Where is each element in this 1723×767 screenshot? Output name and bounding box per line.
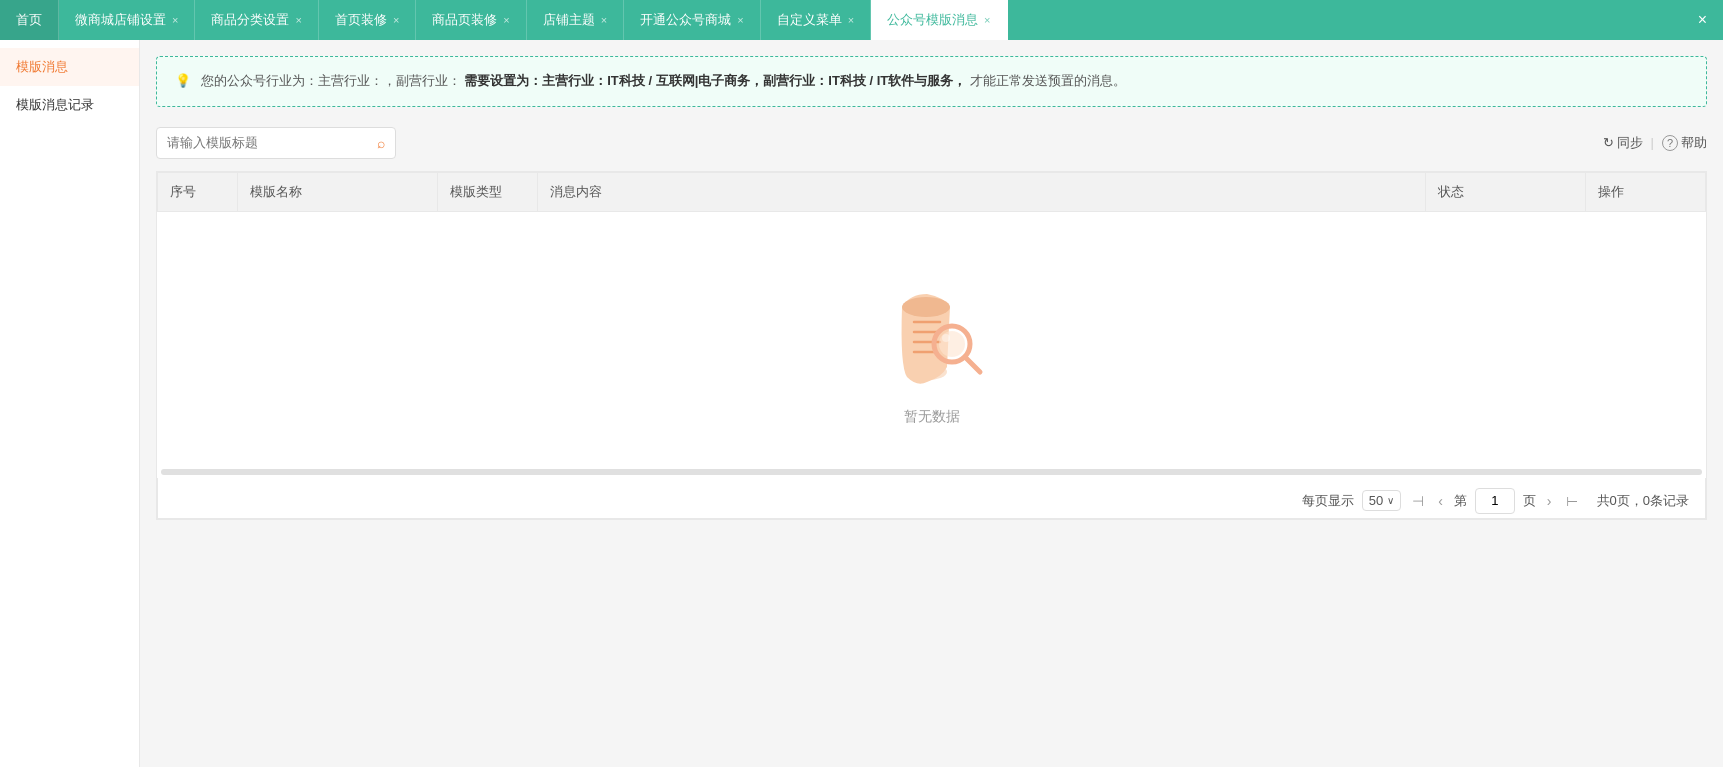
page-size-value: 50	[1369, 493, 1383, 508]
help-icon: ?	[1662, 135, 1678, 151]
notice-highlight: 需要设置为：主营行业：IT科技 / 互联网|电子商务，副营行业：IT科技 / I…	[464, 73, 966, 88]
tab-open-mall[interactable]: 开通公众号商城 ×	[624, 0, 760, 40]
sync-button[interactable]: ↻ 同步	[1603, 134, 1643, 152]
pagination: 每页显示 50 ∨ ⊣ ‹ 第 页 › ⊢ 共0页，0条记录	[157, 478, 1706, 519]
search-bar: ⌕ ↻ 同步 | ? 帮助	[156, 127, 1707, 159]
tab-product-decor-close[interactable]: ×	[503, 14, 509, 26]
table-wrap: 序号 模版名称 模版类型 消息内容 状态 操作	[156, 171, 1707, 520]
help-button[interactable]: ? 帮助	[1662, 134, 1707, 152]
col-header-status: 状态	[1426, 172, 1586, 211]
page-size-select[interactable]: 50 ∨	[1362, 490, 1401, 511]
tab-shop-settings-close[interactable]: ×	[172, 14, 178, 26]
tab-product-decor-label: 商品页装修	[432, 11, 497, 29]
content-area: 💡 您的公众号行业为：主营行业：，副营行业： 需要设置为：主营行业：IT科技 /…	[140, 40, 1723, 767]
svg-point-7	[939, 331, 965, 357]
tab-shop-theme-close[interactable]: ×	[601, 14, 607, 26]
scrollbar-track[interactable]	[161, 469, 1702, 475]
tab-shop-settings-label: 微商城店铺设置	[75, 11, 166, 29]
page-size-label: 每页显示	[1302, 492, 1354, 510]
search-icon[interactable]: ⌕	[377, 135, 385, 151]
search-input-wrap: ⌕	[156, 127, 396, 159]
nav-last[interactable]: ⊢	[1563, 493, 1581, 509]
empty-text: 暂无数据	[904, 408, 960, 426]
sidebar-item-template-msg-label: 模版消息	[16, 59, 68, 74]
scrollbar-area[interactable]	[157, 466, 1706, 478]
nav-prev[interactable]: ‹	[1435, 493, 1446, 509]
notice-prefix: 您的公众号行业为：主营行业：，副营行业：	[201, 73, 461, 88]
close-all-icon: ×	[1698, 11, 1707, 29]
tab-product-decor[interactable]: 商品页装修 ×	[416, 0, 526, 40]
toolbar-divider: |	[1651, 135, 1654, 150]
svg-point-9	[942, 334, 950, 342]
empty-state-row: 暂无数据	[158, 211, 1706, 466]
tab-template-msg-close[interactable]: ×	[984, 14, 990, 26]
tab-template-msg[interactable]: 公众号模版消息 ×	[871, 0, 1007, 40]
tab-home[interactable]: 首页	[0, 0, 59, 40]
notice-box: 💡 您的公众号行业为：主营行业：，副营行业： 需要设置为：主营行业：IT科技 /…	[156, 56, 1707, 107]
table-header-row: 序号 模版名称 模版类型 消息内容 状态 操作	[158, 172, 1706, 211]
tab-open-mall-label: 开通公众号商城	[640, 11, 731, 29]
tab-category-settings-label: 商品分类设置	[211, 11, 289, 29]
sidebar: 模版消息 模版消息记录	[0, 40, 140, 767]
sync-label: 同步	[1617, 134, 1643, 152]
tab-bar: 首页 微商城店铺设置 × 商品分类设置 × 首页装修 × 商品页装修 × 店铺主…	[0, 0, 1723, 40]
sidebar-item-template-msg-records-label: 模版消息记录	[16, 97, 94, 112]
col-header-name: 模版名称	[238, 172, 438, 211]
main-layout: 模版消息 模版消息记录 💡 您的公众号行业为：主营行业：，副营行业： 需要设置为…	[0, 40, 1723, 767]
search-input[interactable]	[167, 135, 377, 150]
toolbar-right: ↻ 同步 | ? 帮助	[1603, 134, 1707, 152]
svg-point-1	[902, 297, 950, 317]
tab-open-mall-close[interactable]: ×	[737, 14, 743, 26]
tab-shop-theme[interactable]: 店铺主题 ×	[527, 0, 624, 40]
empty-illustration	[872, 272, 992, 392]
total-info: 共0页，0条记录	[1597, 492, 1689, 510]
col-header-index: 序号	[158, 172, 238, 211]
tab-custom-menu-close[interactable]: ×	[848, 14, 854, 26]
tab-homepage-decor-close[interactable]: ×	[393, 14, 399, 26]
svg-line-8	[965, 357, 980, 372]
nav-next[interactable]: ›	[1544, 493, 1555, 509]
empty-state: 暂无数据	[158, 212, 1706, 466]
tab-shop-theme-label: 店铺主题	[543, 11, 595, 29]
col-header-type: 模版类型	[438, 172, 538, 211]
tab-shop-settings[interactable]: 微商城店铺设置 ×	[59, 0, 195, 40]
tab-template-msg-label: 公众号模版消息	[887, 11, 978, 29]
notice-icon: 💡	[175, 73, 191, 88]
page-input[interactable]	[1475, 488, 1515, 514]
data-table: 序号 模版名称 模版类型 消息内容 状态 操作	[157, 172, 1706, 466]
tab-custom-menu-label: 自定义菜单	[777, 11, 842, 29]
col-header-content: 消息内容	[538, 172, 1426, 211]
close-all-button[interactable]: ×	[1682, 11, 1723, 29]
sidebar-item-template-msg-records[interactable]: 模版消息记录	[0, 86, 139, 124]
tab-custom-menu[interactable]: 自定义菜单 ×	[761, 0, 871, 40]
sync-icon: ↻	[1603, 135, 1614, 150]
tab-category-settings[interactable]: 商品分类设置 ×	[195, 0, 318, 40]
nav-first[interactable]: ⊣	[1409, 493, 1427, 509]
page-unit: 页	[1523, 492, 1536, 510]
col-header-action: 操作	[1586, 172, 1706, 211]
notice-suffix: 才能正常发送预置的消息。	[970, 73, 1126, 88]
page-label: 第	[1454, 492, 1467, 510]
help-label: 帮助	[1681, 134, 1707, 152]
page-size-chevron: ∨	[1387, 495, 1394, 506]
tab-homepage-decor[interactable]: 首页装修 ×	[319, 0, 416, 40]
tab-category-settings-close[interactable]: ×	[295, 14, 301, 26]
sidebar-item-template-msg[interactable]: 模版消息	[0, 48, 139, 86]
tab-homepage-decor-label: 首页装修	[335, 11, 387, 29]
tab-home-label: 首页	[16, 11, 42, 29]
